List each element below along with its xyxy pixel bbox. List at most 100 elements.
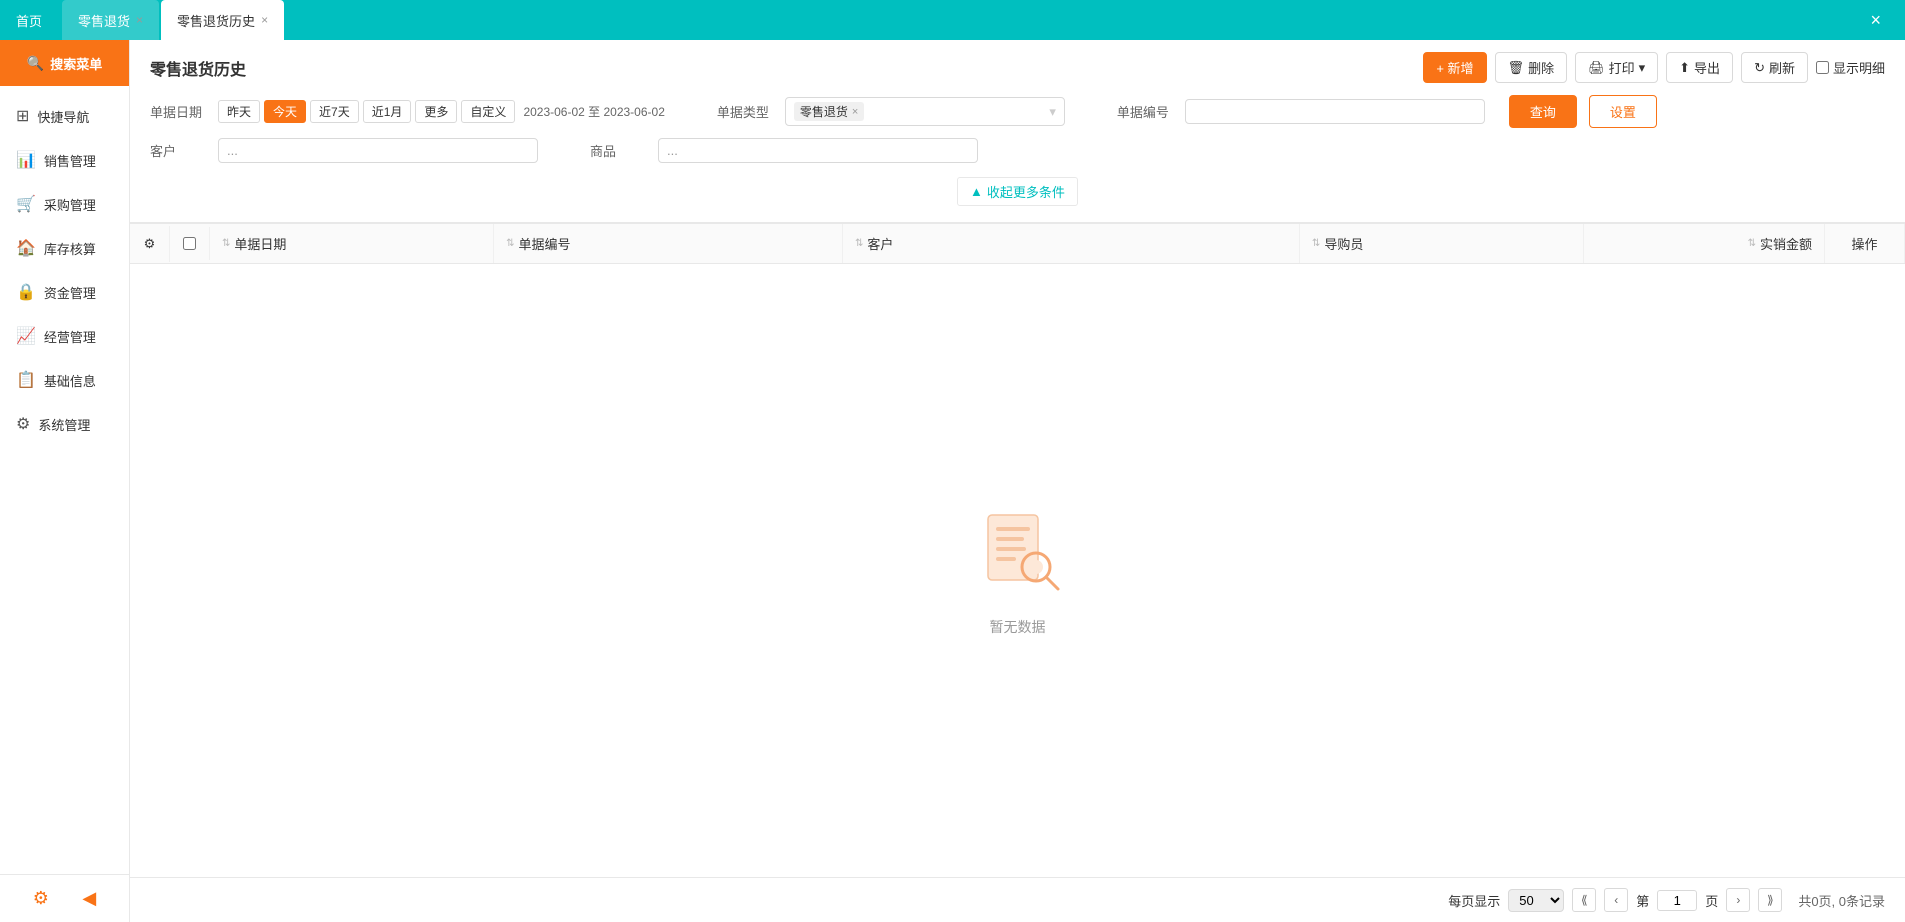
type-filter-label: 单据类型 xyxy=(717,102,773,121)
th-number[interactable]: ⇅ 单据编号 xyxy=(494,224,843,263)
filter-row-1: 单据日期 昨天 今天 近7天 近1月 更多 自定义 2023-06-02 至 2… xyxy=(150,95,1885,128)
sidebar: 🔍 搜索菜单 ⊞ 快捷导航 📊 销售管理 🛒 采购管理 🏠 库存核算 🔒 xyxy=(0,40,130,922)
page-title-row: 零售退货历史 + 新增 🗑 删除 🖨 打印 ▾ ⬆ 导出 xyxy=(150,52,1885,83)
customer-filter-label: 客户 xyxy=(150,141,206,160)
customer-filter-input[interactable]: ... xyxy=(218,138,538,163)
main-layout: 🔍 搜索菜单 ⊞ 快捷导航 📊 销售管理 🛒 采购管理 🏠 库存核算 🔒 xyxy=(0,40,1905,922)
sidebar-search-label: 搜索菜单 xyxy=(50,54,102,73)
sidebar-item-operation[interactable]: 📈 经营管理 xyxy=(0,314,129,358)
sidebar-item-sales[interactable]: 📊 销售管理 xyxy=(0,138,129,182)
query-button[interactable]: 查询 xyxy=(1509,95,1577,128)
settings-bottom-icon[interactable]: ⚙ xyxy=(33,888,49,909)
table-header: ⚙ ⇅ 单据日期 ⇅ 单据编号 ⇅ 客户 ⇅ 导购员 xyxy=(130,224,1905,264)
sidebar-item-system[interactable]: ⚙ 系统管理 xyxy=(0,402,129,446)
display-detail-checkbox[interactable]: 显示明细 xyxy=(1816,58,1885,77)
settings-button[interactable]: 设置 xyxy=(1589,95,1657,128)
select-all-checkbox[interactable] xyxy=(183,237,196,250)
number-filter-label: 单据编号 xyxy=(1117,102,1173,121)
page-header: 零售退货历史 + 新增 🗑 删除 🖨 打印 ▾ ⬆ 导出 xyxy=(130,40,1905,223)
th-checkbox[interactable] xyxy=(170,227,210,260)
inventory-icon: 🏠 xyxy=(16,238,36,258)
th-settings[interactable]: ⚙ xyxy=(130,226,170,262)
filter-row-2: 客户 ... 商品 ... xyxy=(150,138,1885,163)
date-btn-custom[interactable]: 自定义 xyxy=(461,100,515,123)
delete-icon: 🗑 xyxy=(1508,60,1525,76)
next-page-button[interactable]: › xyxy=(1726,888,1750,912)
operation-icon: 📈 xyxy=(16,326,36,346)
prev-page-button[interactable]: ‹ xyxy=(1604,888,1628,912)
th-number-sort-icon: ⇅ xyxy=(506,238,514,249)
sidebar-search[interactable]: 🔍 搜索菜单 xyxy=(0,40,129,86)
delete-button[interactable]: 🗑 删除 xyxy=(1495,52,1568,83)
sidebar-item-quick-nav[interactable]: ⊞ 快捷导航 xyxy=(0,94,129,138)
type-tag-close[interactable]: × xyxy=(852,106,858,118)
date-btn-1month[interactable]: 近1月 xyxy=(363,100,412,123)
finance-icon: 🔒 xyxy=(16,282,36,302)
last-page-button[interactable]: ⟫ xyxy=(1758,888,1782,912)
date-btn-more[interactable]: 更多 xyxy=(415,100,457,123)
sidebar-bottom: ⚙ ◀ xyxy=(0,874,129,922)
date-buttons: 昨天 今天 近7天 近1月 更多 自定义 2023-06-02 至 2023-0… xyxy=(218,100,665,123)
date-btn-yesterday[interactable]: 昨天 xyxy=(218,100,260,123)
table-container: ⚙ ⇅ 单据日期 ⇅ 单据编号 ⇅ 客户 ⇅ 导购员 xyxy=(130,223,1905,922)
purchase-icon: 🛒 xyxy=(16,194,36,214)
date-btn-7days[interactable]: 近7天 xyxy=(310,100,359,123)
tab-list: 首页 零售退货 × 零售退货历史 × xyxy=(0,0,1862,40)
top-bar-right: × xyxy=(1862,6,1905,35)
per-page-select[interactable]: 50 10 20 100 xyxy=(1508,889,1564,912)
collapse-sidebar-icon[interactable]: ◀ xyxy=(82,888,96,909)
date-range-display: 2023-06-02 至 2023-06-02 xyxy=(523,103,664,120)
sidebar-item-base-info[interactable]: 📋 基础信息 xyxy=(0,358,129,402)
page-number-input[interactable] xyxy=(1657,890,1697,911)
th-customer-sort-icon: ⇅ xyxy=(855,238,863,249)
sidebar-item-inventory[interactable]: 🏠 库存核算 xyxy=(0,226,129,270)
first-page-button[interactable]: ⟪ xyxy=(1572,888,1596,912)
refresh-icon: ↻ xyxy=(1754,60,1765,76)
quick-nav-icon: ⊞ xyxy=(16,106,29,126)
collapse-button[interactable]: ▲ 收起更多条件 xyxy=(957,177,1078,206)
th-customer[interactable]: ⇅ 客户 xyxy=(843,224,1300,263)
empty-text: 暂无数据 xyxy=(990,617,1046,637)
tab-retail-return[interactable]: 零售退货 × xyxy=(62,0,159,40)
page-actions: + 新增 🗑 删除 🖨 打印 ▾ ⬆ 导出 ↻ xyxy=(1423,52,1885,83)
sidebar-nav: ⊞ 快捷导航 📊 销售管理 🛒 采购管理 🏠 库存核算 🔒 资金管理 📈 xyxy=(0,86,129,874)
goods-filter-input[interactable]: ... xyxy=(658,138,978,163)
print-icon: 🖨 xyxy=(1588,60,1605,76)
table-body: 暂无数据 xyxy=(130,264,1905,877)
print-button[interactable]: 🖨 打印 ▾ xyxy=(1575,52,1658,83)
search-icon: 🔍 xyxy=(27,55,44,72)
tab-retail-return-close[interactable]: × xyxy=(136,13,143,27)
sidebar-item-purchase[interactable]: 🛒 采购管理 xyxy=(0,182,129,226)
export-icon: ⬆ xyxy=(1679,60,1690,76)
display-detail-check[interactable] xyxy=(1816,61,1829,74)
new-button[interactable]: + 新增 xyxy=(1423,52,1486,83)
filter-area: 单据日期 昨天 今天 近7天 近1月 更多 自定义 2023-06-02 至 2… xyxy=(150,95,1885,222)
total-info: 共0页, 0条记录 xyxy=(1798,891,1885,910)
date-btn-today[interactable]: 今天 xyxy=(264,100,306,123)
th-guide[interactable]: ⇅ 导购员 xyxy=(1300,224,1584,263)
empty-illustration xyxy=(968,505,1068,605)
type-filter-select[interactable]: 零售退货 × ▾ xyxy=(785,97,1065,126)
page-suffix: 页 xyxy=(1705,891,1718,910)
export-button[interactable]: ⬆ 导出 xyxy=(1666,52,1733,83)
empty-state: 暂无数据 xyxy=(968,505,1068,637)
type-tag: 零售退货 × xyxy=(794,102,864,121)
type-select-chevron: ▾ xyxy=(1049,104,1056,120)
tab-home[interactable]: 首页 xyxy=(0,0,58,40)
tab-retail-return-history[interactable]: 零售退货历史 × xyxy=(161,0,284,40)
collapse-row: ▲ 收起更多条件 xyxy=(150,173,1885,210)
th-date[interactable]: ⇅ 单据日期 xyxy=(210,224,494,263)
th-date-sort-icon: ⇅ xyxy=(222,238,230,249)
number-filter-input[interactable] xyxy=(1185,99,1485,124)
base-info-icon: 📋 xyxy=(16,370,36,390)
sidebar-item-finance[interactable]: 🔒 资金管理 xyxy=(0,270,129,314)
tab-retail-return-history-close[interactable]: × xyxy=(261,13,268,27)
th-amount[interactable]: ⇅ 实销金额 xyxy=(1584,224,1825,263)
print-chevron-icon: ▾ xyxy=(1639,60,1646,76)
goods-filter-label: 商品 xyxy=(590,141,646,160)
per-page-label: 每页显示 xyxy=(1448,891,1500,910)
refresh-button[interactable]: ↻ 刷新 xyxy=(1741,52,1808,83)
window-close-button[interactable]: × xyxy=(1862,6,1889,35)
date-filter-label: 单据日期 xyxy=(150,102,206,121)
th-action: 操作 xyxy=(1825,224,1905,263)
